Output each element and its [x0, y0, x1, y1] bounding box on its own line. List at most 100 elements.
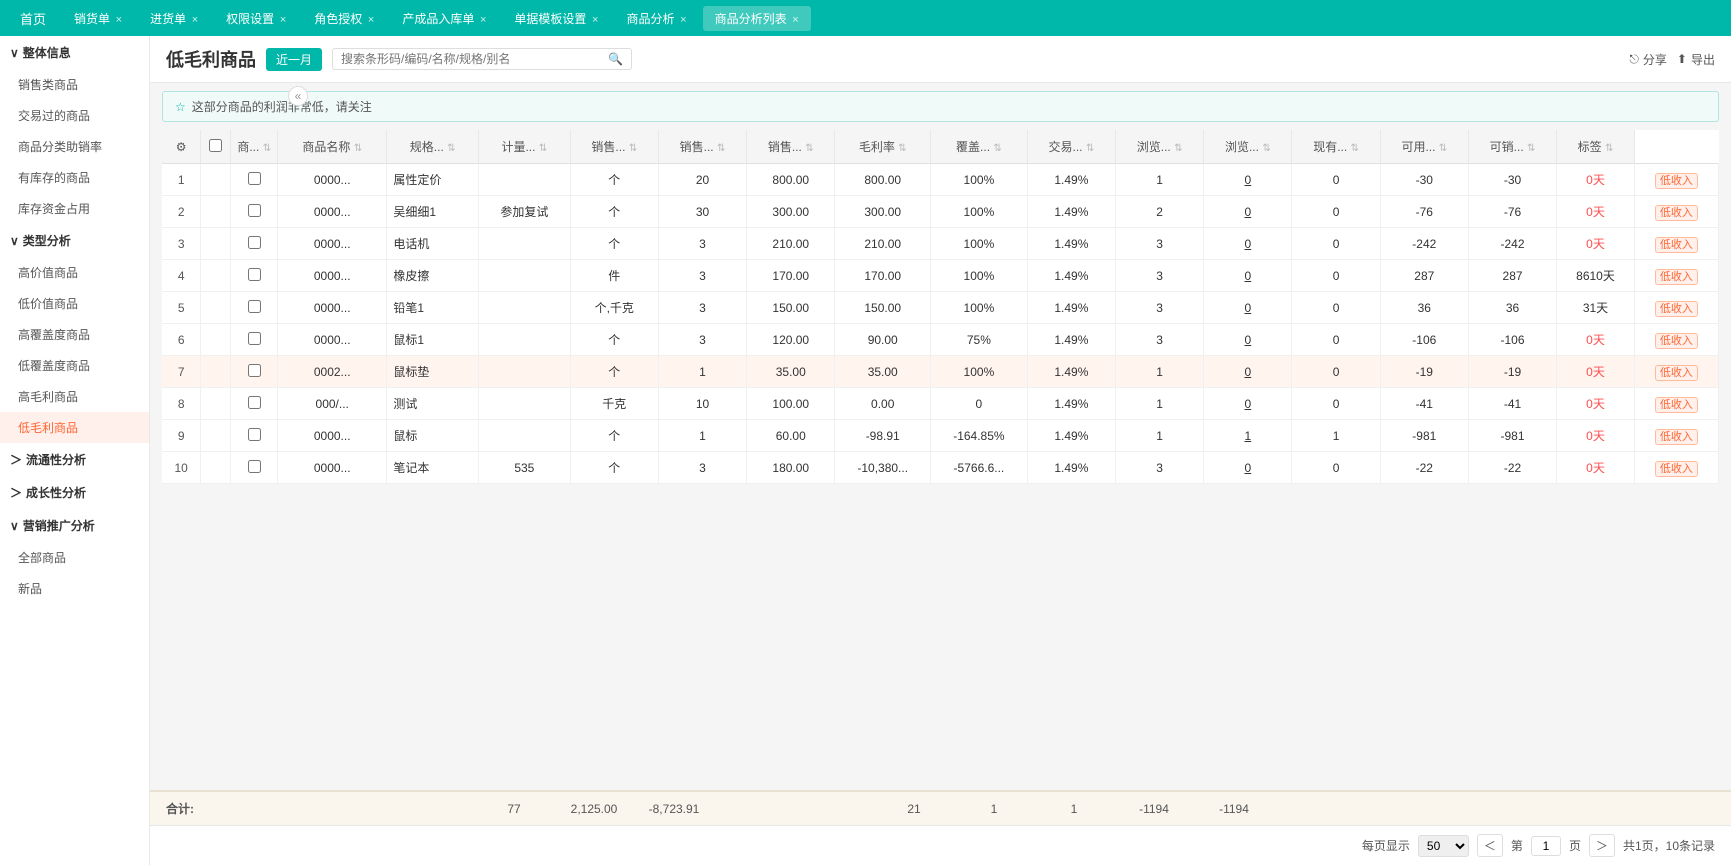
col-gross-rate[interactable]: 毛利率 ⇅: [835, 130, 931, 164]
col-code[interactable]: 商... ⇅: [231, 130, 278, 164]
nav-close-analysis[interactable]: ×: [680, 14, 686, 26]
row-view1[interactable]: 0: [1204, 228, 1292, 260]
view1-link[interactable]: 0: [1244, 333, 1251, 347]
sidebar-item-high-value[interactable]: 高价值商品: [0, 257, 149, 288]
row-available: -242: [1468, 228, 1556, 260]
sidebar-group-marketing[interactable]: ∨ 营销推广分析: [0, 509, 149, 542]
nav-purchase-order[interactable]: 进货单 ×: [138, 6, 210, 31]
row-view1[interactable]: 0: [1204, 356, 1292, 388]
nav-permission[interactable]: 权限设置 ×: [214, 6, 298, 31]
col-trade[interactable]: 交易... ⇅: [1027, 130, 1115, 164]
col-sales-profit[interactable]: 销售... ⇅: [747, 130, 835, 164]
row-checkbox[interactable]: [248, 396, 261, 409]
sidebar-group-type[interactable]: ∨ 类型分析: [0, 224, 149, 257]
search-input[interactable]: [341, 52, 608, 66]
nav-close-product-entry[interactable]: ×: [480, 14, 486, 26]
nav-close-analysis-list[interactable]: ×: [792, 14, 798, 26]
row-view1[interactable]: 0: [1204, 388, 1292, 420]
footer-current: -1194: [1114, 802, 1194, 816]
nav-close-role-auth[interactable]: ×: [368, 14, 374, 26]
col-current[interactable]: 现有... ⇅: [1292, 130, 1380, 164]
sidebar-item-low-value[interactable]: 低价值商品: [0, 288, 149, 319]
prev-page-btn[interactable]: ＜: [1477, 834, 1503, 857]
page-number-input[interactable]: [1531, 836, 1561, 856]
row-checkbox[interactable]: [248, 300, 261, 313]
view1-link[interactable]: 0: [1244, 397, 1251, 411]
sidebar-group-overall[interactable]: ∨ 整体信息: [0, 36, 149, 69]
search-box: 🔍: [332, 48, 632, 70]
view1-link[interactable]: 0: [1244, 205, 1251, 219]
row-checkbox[interactable]: [248, 428, 261, 441]
sidebar-item-sales-goods[interactable]: 销售类商品: [0, 69, 149, 100]
col-coverage[interactable]: 覆盖... ⇅: [931, 130, 1028, 164]
sidebar-item-traded-goods[interactable]: 交易过的商品: [0, 100, 149, 131]
row-name: 电话机: [387, 228, 479, 260]
col-name[interactable]: 商品名称 ⇅: [278, 130, 387, 164]
view1-link[interactable]: 0: [1244, 237, 1251, 251]
nav-product-analysis-list[interactable]: 商品分析列表 ×: [703, 6, 811, 31]
sidebar-item-inventory-capital[interactable]: 库存资金占用: [0, 193, 149, 224]
row-checkbox[interactable]: [248, 204, 261, 217]
row-view1[interactable]: 0: [1204, 324, 1292, 356]
sidebar-item-low-coverage[interactable]: 低覆盖度商品: [0, 350, 149, 381]
row-view1[interactable]: 1: [1204, 420, 1292, 452]
view1-link[interactable]: 0: [1244, 365, 1251, 379]
view1-link[interactable]: 0: [1244, 173, 1251, 187]
col-view2[interactable]: 浏览... ⇅: [1204, 130, 1292, 164]
row-view1[interactable]: 0: [1204, 196, 1292, 228]
col-settings[interactable]: ⚙: [162, 130, 201, 164]
nav-template-setting[interactable]: 单据模板设置 ×: [502, 6, 610, 31]
date-filter-btn[interactable]: 近一月: [266, 48, 322, 71]
row-tag: 低收入: [1634, 388, 1718, 420]
sidebar-group-growth[interactable]: ＞ 成长性分析: [0, 476, 149, 509]
sidebar-item-category-sales-rate[interactable]: 商品分类助销率: [0, 131, 149, 162]
nav-product-entry[interactable]: 产成品入库单 ×: [390, 6, 498, 31]
row-checkbox[interactable]: [248, 236, 261, 249]
nav-close-sales[interactable]: ×: [116, 14, 122, 26]
nav-close-purchase[interactable]: ×: [192, 14, 198, 26]
per-page-select[interactable]: 50 20 100: [1418, 835, 1469, 857]
view1-link[interactable]: 0: [1244, 301, 1251, 315]
row-checkbox[interactable]: [248, 460, 261, 473]
export-icon: ⬆: [1677, 52, 1687, 66]
col-sales-qty[interactable]: 销售... ⇅: [570, 130, 658, 164]
view1-link[interactable]: 0: [1244, 461, 1251, 475]
nav-close-permission[interactable]: ×: [280, 14, 286, 26]
sidebar-item-all-goods[interactable]: 全部商品: [0, 542, 149, 573]
nav-home[interactable]: 首页: [8, 5, 58, 32]
select-all-checkbox[interactable]: [209, 139, 222, 152]
sidebar-item-high-margin[interactable]: 高毛利商品: [0, 381, 149, 412]
col-unit[interactable]: 计量... ⇅: [479, 130, 571, 164]
sidebar-collapse-btn[interactable]: «: [288, 86, 308, 106]
row-checkbox[interactable]: [248, 332, 261, 345]
export-btn[interactable]: ⬆ 导出: [1677, 51, 1715, 68]
sidebar-item-high-coverage[interactable]: 高覆盖度商品: [0, 319, 149, 350]
row-view1[interactable]: 0: [1204, 164, 1292, 196]
sidebar-group-liquidity[interactable]: ＞ 流通性分析: [0, 443, 149, 476]
next-page-btn[interactable]: ＞: [1589, 834, 1615, 857]
sidebar-item-low-margin[interactable]: 低毛利商品: [0, 412, 149, 443]
share-btn[interactable]: ⎋ 分享: [1629, 51, 1667, 68]
sidebar-item-stocked-goods[interactable]: 有库存的商品: [0, 162, 149, 193]
nav-close-template[interactable]: ×: [592, 14, 598, 26]
view1-link[interactable]: 1: [1244, 429, 1251, 443]
nav-sales-order[interactable]: 销货单 ×: [62, 6, 134, 31]
nav-product-analysis[interactable]: 商品分析 ×: [614, 6, 698, 31]
col-view1[interactable]: 浏览... ⇅: [1115, 130, 1203, 164]
nav-role-auth[interactable]: 角色授权 ×: [302, 6, 386, 31]
search-icon[interactable]: 🔍: [608, 52, 623, 66]
col-tag[interactable]: 标签 ⇅: [1557, 130, 1635, 164]
row-checkbox[interactable]: [248, 364, 261, 377]
row-code: 0000...: [278, 292, 387, 324]
col-sales-price[interactable]: 销售... ⇅: [658, 130, 746, 164]
col-spec[interactable]: 规格... ⇅: [387, 130, 479, 164]
row-view1[interactable]: 0: [1204, 292, 1292, 324]
row-checkbox[interactable]: [248, 172, 261, 185]
row-view1[interactable]: 0: [1204, 260, 1292, 292]
col-available[interactable]: 可用... ⇅: [1380, 130, 1468, 164]
row-view1[interactable]: 0: [1204, 452, 1292, 484]
col-saleable[interactable]: 可销... ⇅: [1468, 130, 1556, 164]
row-checkbox[interactable]: [248, 268, 261, 281]
sidebar-item-new-goods[interactable]: 新品: [0, 573, 149, 604]
view1-link[interactable]: 0: [1244, 269, 1251, 283]
